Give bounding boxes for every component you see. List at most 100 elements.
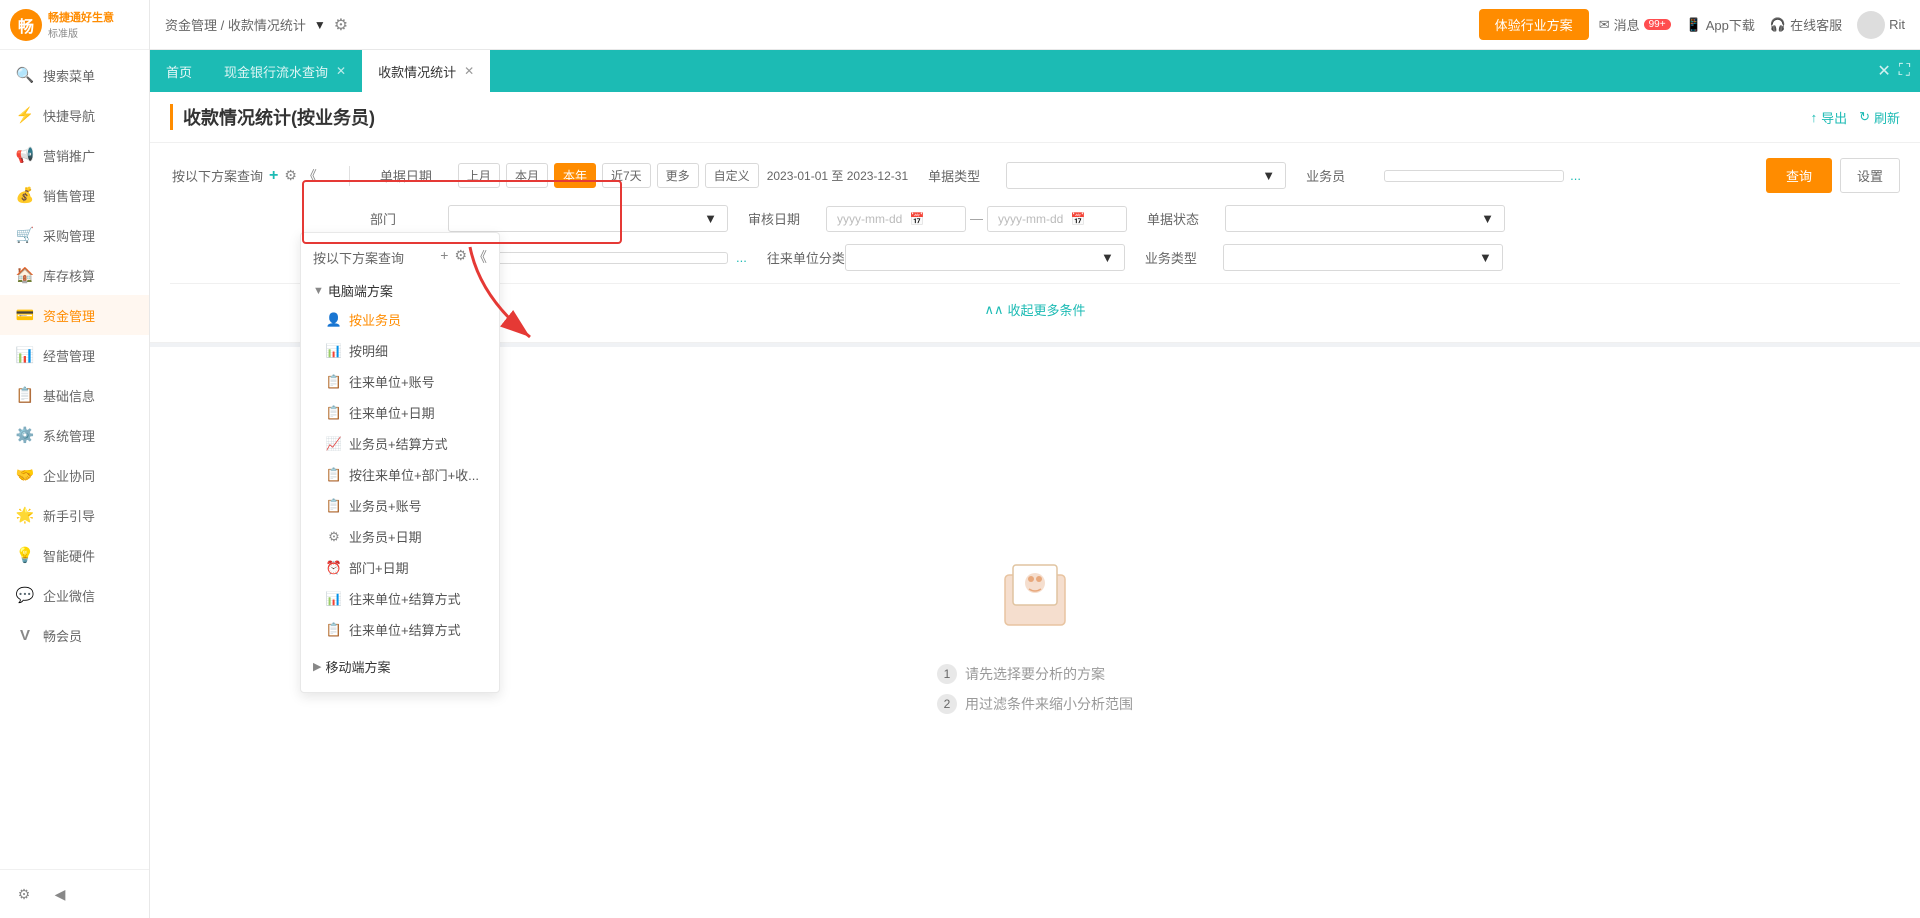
step-1-text: 请先选择要分析的方案 [965,664,1105,684]
empty-state-illustration [985,545,1085,638]
sidebar-item-purchase[interactable]: 🛒 采购管理 [0,215,149,255]
doc-status-select[interactable]: ▼ [1225,205,1505,232]
online-service-button[interactable]: 🎧 在线客服 [1770,15,1842,34]
sidebar-item-wechat[interactable]: 💬 企业微信 [0,575,149,615]
refresh-icon: ↻ [1859,109,1870,125]
biz-type-select[interactable]: ▼ [1223,244,1503,271]
dropdown-item-salesperson-settlement[interactable]: 📈 业务员+结算方式 [301,428,499,459]
doc-type-select[interactable]: ▼ [1006,162,1286,189]
dropdown-close-icon[interactable]: 《 [473,247,487,267]
setting-button[interactable]: 设置 [1840,158,1900,193]
review-date-end[interactable]: yyyy-mm-dd 📅 [987,206,1127,232]
sidebar-item-enterprise[interactable]: 🤝 企业协同 [0,455,149,495]
sidebar-item-finance[interactable]: 💳 资金管理 [0,295,149,335]
sidebar-item-guide[interactable]: 🌟 新手引导 [0,495,149,535]
salesperson-more-button[interactable]: ... [1564,168,1587,183]
dropdown-settings-icon[interactable]: ⚙ [454,247,467,267]
dropdown-item-salesperson-account[interactable]: 📋 业务员+账号 [301,490,499,521]
dropdown-mobile-header[interactable]: ▶ 移动端方案 [301,653,499,680]
sidebar-item-sales[interactable]: 💰 销售管理 [0,175,149,215]
top-header: 资金管理 / 收款情况统计 ▼ ⚙ 体验行业方案 ✉ 消息 99+ 📱 App下… [150,0,1920,50]
calendar-icon-1: 📅 [910,212,925,226]
sidebar-item-hardware[interactable]: 💡 智能硬件 [0,535,149,575]
header-gear-icon[interactable]: ⚙ [334,15,348,35]
doc-type-dropdown-arrow: ▼ [1262,168,1275,183]
tab-expand-icon[interactable]: ⛶ [1899,62,1910,80]
sales-icon: 💰 [15,185,35,205]
dropdown-item-unit-dept[interactable]: 📋 按往来单位+部门+收... [301,459,499,490]
salesperson-select[interactable] [1384,170,1564,182]
main-area: 资金管理 / 收款情况统计 ▼ ⚙ 体验行业方案 ✉ 消息 99+ 📱 App下… [150,0,1920,918]
dropdown-item-unit-settlement1[interactable]: 📊 往来单位+结算方式 [301,583,499,614]
sidebar-item-system[interactable]: ⚙️ 系统管理 [0,415,149,455]
dropdown-item-detail[interactable]: 📊 按明细 [301,335,499,366]
dropdown-desktop-header[interactable]: ▼ 电脑端方案 [301,277,499,304]
message-icon: ✉ [1599,17,1610,33]
operation-icon: 📊 [15,345,35,365]
date-buttons: 上月 本月 本年 近7天 更多 自定义 [458,163,759,188]
query-button[interactable]: 查询 [1766,158,1832,193]
sidebar-item-marketing[interactable]: 📢 营销推广 [0,135,149,175]
dept-select[interactable]: ▼ [448,205,728,232]
filter-row-1: 按以下方案查询 + ⚙ 《 单据日期 上月 本月 本年 近7天 更多 自定义 [170,158,1900,193]
counterparty-cat-select[interactable]: ▼ [845,244,1125,271]
tab-receipts[interactable]: 收款情况统计 ✕ [362,50,490,92]
counterparty-more-button[interactable]: ... [736,250,747,265]
date-custom[interactable]: 自定义 [705,163,759,188]
sidebar-item-inventory[interactable]: 🏠 库存核算 [0,255,149,295]
export-icon: ↑ [1811,110,1818,125]
sidebar-item-basic[interactable]: 📋 基础信息 [0,375,149,415]
step-1-num: 1 [937,664,957,684]
tab-close-all-icon[interactable]: ✕ [1877,61,1890,81]
sidebar-footer: ⚙ ◀ [0,869,149,918]
page-content-wrapper: 收款情况统计(按业务员) ↑ 导出 ↻ 刷新 按以下方案查询 + ⚙ [150,92,1920,918]
message-button[interactable]: ✉ 消息 99+ [1599,15,1671,34]
filter-row-2: 部门 ▼ 审核日期 yyyy-mm-dd 📅 — [170,205,1900,232]
dropdown-item-unit-account[interactable]: 📋 往来单位+账号 [301,366,499,397]
date-last-month[interactable]: 上月 [458,163,500,188]
refresh-button[interactable]: ↻ 刷新 [1859,108,1900,127]
breadcrumb: 资金管理 / 收款情况统计 [165,15,306,34]
wechat-icon: 💬 [15,585,35,605]
dropdown-add-icon[interactable]: + [440,247,448,267]
user-avatar[interactable]: Rit [1857,11,1905,39]
query-actions: 查询 设置 [1766,158,1900,193]
page-header: 收款情况统计(按业务员) ↑ 导出 ↻ 刷新 [150,92,1920,143]
breadcrumb-arrow: ▼ [314,18,326,32]
date-this-month[interactable]: 本月 [506,163,548,188]
tab-bank[interactable]: 现金银行流水查询 ✕ [208,50,362,92]
date-this-year[interactable]: 本年 [554,163,596,188]
tab-home[interactable]: 首页 [150,62,208,81]
dropdown-item-salesperson-date[interactable]: ⚙ 业务员+日期 [301,521,499,552]
biz-type-arrow: ▼ [1479,250,1492,265]
sidebar-settings-button[interactable]: ⚙ [10,880,38,908]
sidebar-item-operation[interactable]: 📊 经营管理 [0,335,149,375]
salesperson-item-icon: 👤 [325,311,343,329]
export-button[interactable]: ↑ 导出 [1811,108,1848,127]
tab-bank-close[interactable]: ✕ [336,64,346,78]
sidebar-item-shortcut[interactable]: ⚡ 快捷导航 [0,95,149,135]
scheme-selector: 按以下方案查询 + ⚙ 《 [170,164,319,188]
date-more[interactable]: 更多 [657,163,699,188]
app-download-button[interactable]: 📱 App下载 [1686,15,1755,34]
collapse-button[interactable]: ∧∧ 收起更多条件 [976,292,1093,327]
dropdown-item-unit-settlement2[interactable]: 📋 往来单位+结算方式 [301,614,499,645]
page-actions: ↑ 导出 ↻ 刷新 [1811,108,1900,127]
date-7days[interactable]: 近7天 [602,163,651,188]
scheme-settings-button[interactable]: ⚙ [284,167,297,184]
trial-button[interactable]: 体验行业方案 [1479,9,1589,40]
tab-receipts-close[interactable]: ✕ [464,64,474,78]
review-date-start[interactable]: yyyy-mm-dd 📅 [826,206,966,232]
date-range-display: 2023-01-01 至 2023-12-31 [767,167,908,184]
add-scheme-button[interactable]: + [269,167,278,185]
dropdown-item-unit-date[interactable]: 📋 往来单位+日期 [301,397,499,428]
scheme-collapse-button[interactable]: 《 [303,166,317,186]
sidebar-collapse-button[interactable]: ◀ [46,880,74,908]
unit-dept-icon: 📋 [325,466,343,484]
dropdown-item-dept-date[interactable]: ⏰ 部门+日期 [301,552,499,583]
dropdown-item-salesperson[interactable]: 👤 按业务员 [301,304,499,335]
salesperson-account-icon: 📋 [325,497,343,515]
sidebar-item-search[interactable]: 🔍 搜索菜单 [0,55,149,95]
sidebar-item-member[interactable]: V 畅会员 [0,615,149,655]
inventory-icon: 🏠 [15,265,35,285]
